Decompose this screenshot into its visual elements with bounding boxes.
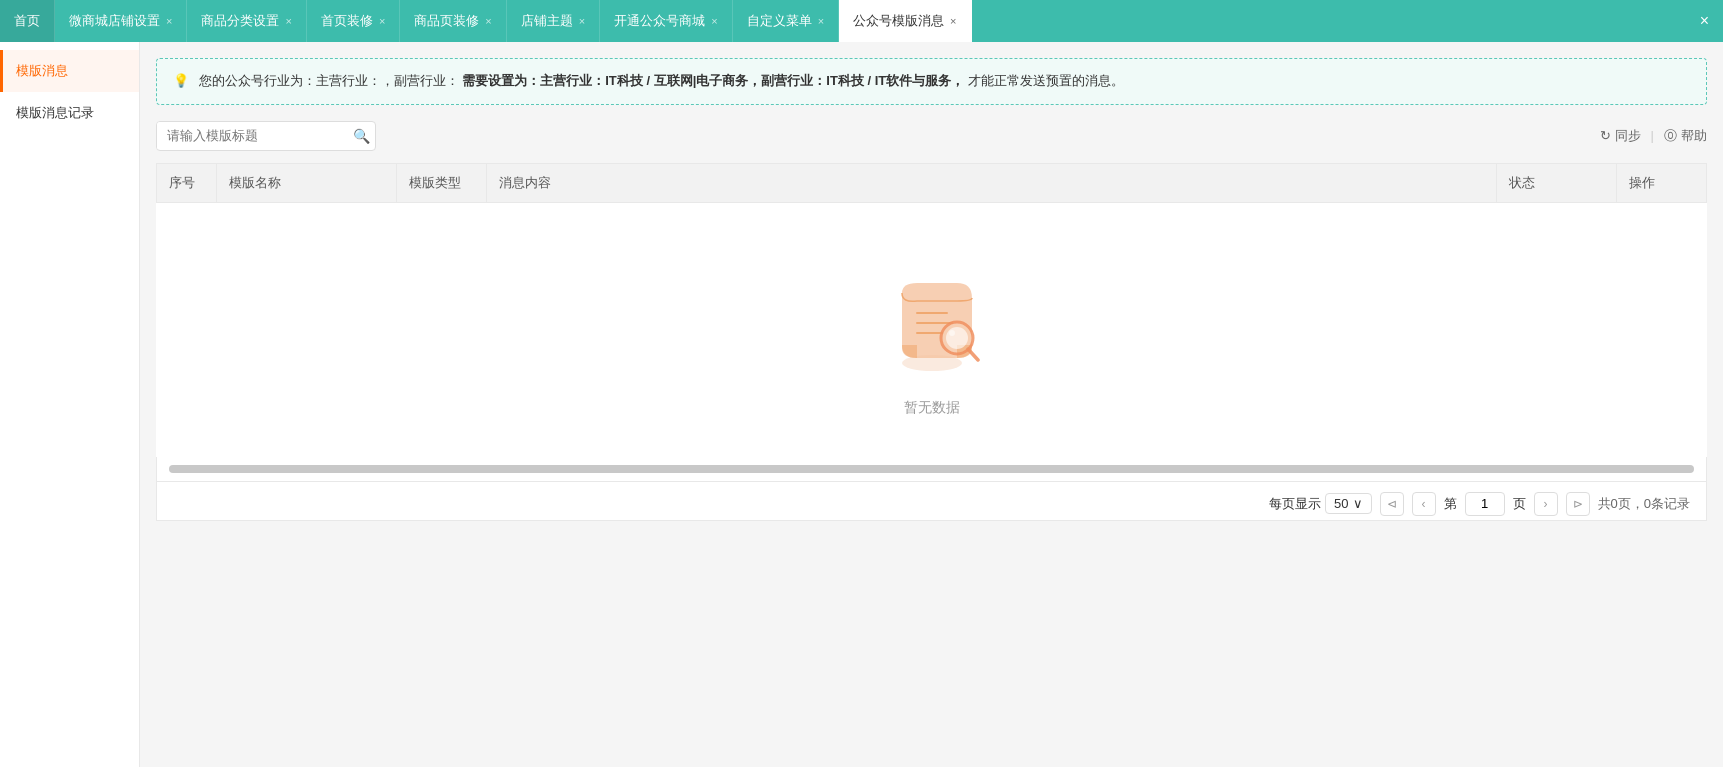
svg-point-7	[949, 330, 955, 336]
page-number-input[interactable]	[1465, 492, 1505, 516]
close-icon[interactable]: ×	[485, 15, 491, 27]
nav-tab-micro-shop-label: 微商城店铺设置	[69, 12, 160, 30]
chevron-down-icon: ∨	[1353, 496, 1363, 511]
close-icon[interactable]: ×	[379, 15, 385, 27]
notice-suffix: 才能正常发送预置的消息。	[968, 73, 1124, 88]
nav-tab-template-msg[interactable]: 公众号模版消息 ×	[839, 0, 971, 42]
empty-illustration	[872, 263, 992, 383]
data-table: 序号 模版名称 模版类型 消息内容 状态	[156, 163, 1707, 457]
sidebar-item-template-record[interactable]: 模版消息记录	[0, 92, 139, 134]
nav-tab-product-page[interactable]: 商品页装修 ×	[400, 0, 506, 42]
page-size-value: 50	[1334, 496, 1348, 511]
nav-tab-home-decor-label: 首页装修	[321, 12, 373, 30]
scroll-track	[156, 457, 1707, 482]
nav-tab-product-category[interactable]: 商品分类设置 ×	[187, 0, 306, 42]
page-size-label: 每页显示	[1269, 495, 1321, 513]
page-last-button[interactable]: ⊳	[1566, 492, 1590, 516]
th-action: 操作	[1617, 163, 1707, 202]
nav-tab-shop-theme-label: 店铺主题	[521, 12, 573, 30]
th-index: 序号	[157, 163, 217, 202]
pagination-bar: 每页显示 50 ∨ ⊲ ‹ 第 页 › ⊳ 共0页，0条记录	[156, 482, 1707, 521]
nav-tab-home[interactable]: 首页	[0, 0, 55, 42]
bulb-icon: 💡	[173, 73, 189, 88]
nav-tab-product-page-label: 商品页装修	[414, 12, 479, 30]
close-icon[interactable]: ×	[166, 15, 172, 27]
empty-text: 暂无数据	[904, 399, 960, 417]
svg-line-6	[968, 349, 978, 360]
nav-tab-open-mall-label: 开通公众号商城	[614, 12, 705, 30]
search-input-wrap: 🔍	[156, 121, 376, 151]
empty-state: 暂无数据	[157, 203, 1707, 457]
nav-tab-micro-shop[interactable]: 微商城店铺设置 ×	[55, 0, 187, 42]
page-prev-button[interactable]: ‹	[1412, 492, 1436, 516]
svg-point-5	[946, 327, 968, 349]
table-header-row: 序号 模版名称 模版类型 消息内容 状态	[157, 163, 1707, 202]
nav-tab-home-decor[interactable]: 首页装修 ×	[307, 0, 400, 42]
page-unit: 页	[1513, 495, 1526, 513]
sync-label: 同步	[1615, 127, 1641, 145]
close-icon[interactable]: ×	[950, 15, 956, 27]
sync-button[interactable]: ↻ 同步	[1600, 127, 1641, 145]
nav-close-all-button[interactable]: ×	[1686, 12, 1723, 30]
sync-icon: ↻	[1600, 128, 1611, 143]
content-area: 💡 您的公众号行业为：主营行业：，副营行业： 需要设置为：主营行业：IT科技 /…	[140, 42, 1723, 767]
help-icon: ⓪	[1664, 127, 1677, 145]
close-icon[interactable]: ×	[285, 15, 291, 27]
page-next-button[interactable]: ›	[1534, 492, 1558, 516]
sidebar-item-template-msg[interactable]: 模版消息	[0, 50, 139, 92]
search-button[interactable]: 🔍	[345, 122, 376, 150]
help-button[interactable]: ⓪ 帮助	[1664, 127, 1707, 145]
page-size-dropdown[interactable]: 50 ∨	[1325, 493, 1371, 514]
table-wrapper: 序号 模版名称 模版类型 消息内容 状态	[156, 163, 1707, 521]
empty-row: 暂无数据	[157, 202, 1707, 457]
top-nav: 首页 微商城店铺设置 × 商品分类设置 × 首页装修 × 商品页装修 × 店铺主…	[0, 0, 1723, 42]
nav-tab-shop-theme[interactable]: 店铺主题 ×	[507, 0, 600, 42]
help-label: 帮助	[1681, 127, 1707, 145]
table-body: 暂无数据	[157, 202, 1707, 457]
search-right: ↻ 同步 | ⓪ 帮助	[1600, 127, 1707, 145]
nav-tab-open-mall[interactable]: 开通公众号商城 ×	[600, 0, 732, 42]
page-size-select: 每页显示 50 ∨	[1269, 493, 1371, 514]
th-type: 模版类型	[397, 163, 487, 202]
th-content: 消息内容	[487, 163, 1497, 202]
th-status: 状态	[1497, 163, 1617, 202]
sidebar: 模版消息 模版消息记录	[0, 42, 140, 767]
nav-tab-custom-menu-label: 自定义菜单	[747, 12, 812, 30]
main-layout: 模版消息 模版消息记录 💡 您的公众号行业为：主营行业：，副营行业： 需要设置为…	[0, 42, 1723, 767]
divider: |	[1651, 128, 1654, 143]
page-prefix: 第	[1444, 495, 1457, 513]
notice-highlight: 需要设置为：主营行业：IT科技 / 互联网|电子商务，副营行业：IT科技 / I…	[462, 73, 964, 88]
close-icon[interactable]: ×	[818, 15, 824, 27]
close-icon[interactable]: ×	[711, 15, 717, 27]
scroll-bar[interactable]	[169, 465, 1694, 473]
notice-box: 💡 您的公众号行业为：主营行业：，副营行业： 需要设置为：主营行业：IT科技 /…	[156, 58, 1707, 105]
th-name: 模版名称	[217, 163, 397, 202]
nav-tab-home-label: 首页	[14, 12, 40, 30]
nav-tab-custom-menu[interactable]: 自定义菜单 ×	[733, 0, 839, 42]
search-input[interactable]	[157, 122, 345, 149]
search-bar: 🔍 ↻ 同步 | ⓪ 帮助	[156, 121, 1707, 151]
page-first-button[interactable]: ⊲	[1380, 492, 1404, 516]
nav-tab-template-msg-label: 公众号模版消息	[853, 12, 944, 30]
search-icon: 🔍	[353, 128, 370, 144]
notice-prefix: 您的公众号行业为：主营行业：，副营行业：	[199, 73, 459, 88]
close-icon[interactable]: ×	[579, 15, 585, 27]
nav-tab-product-category-label: 商品分类设置	[201, 12, 279, 30]
total-text: 共0页，0条记录	[1598, 495, 1690, 513]
